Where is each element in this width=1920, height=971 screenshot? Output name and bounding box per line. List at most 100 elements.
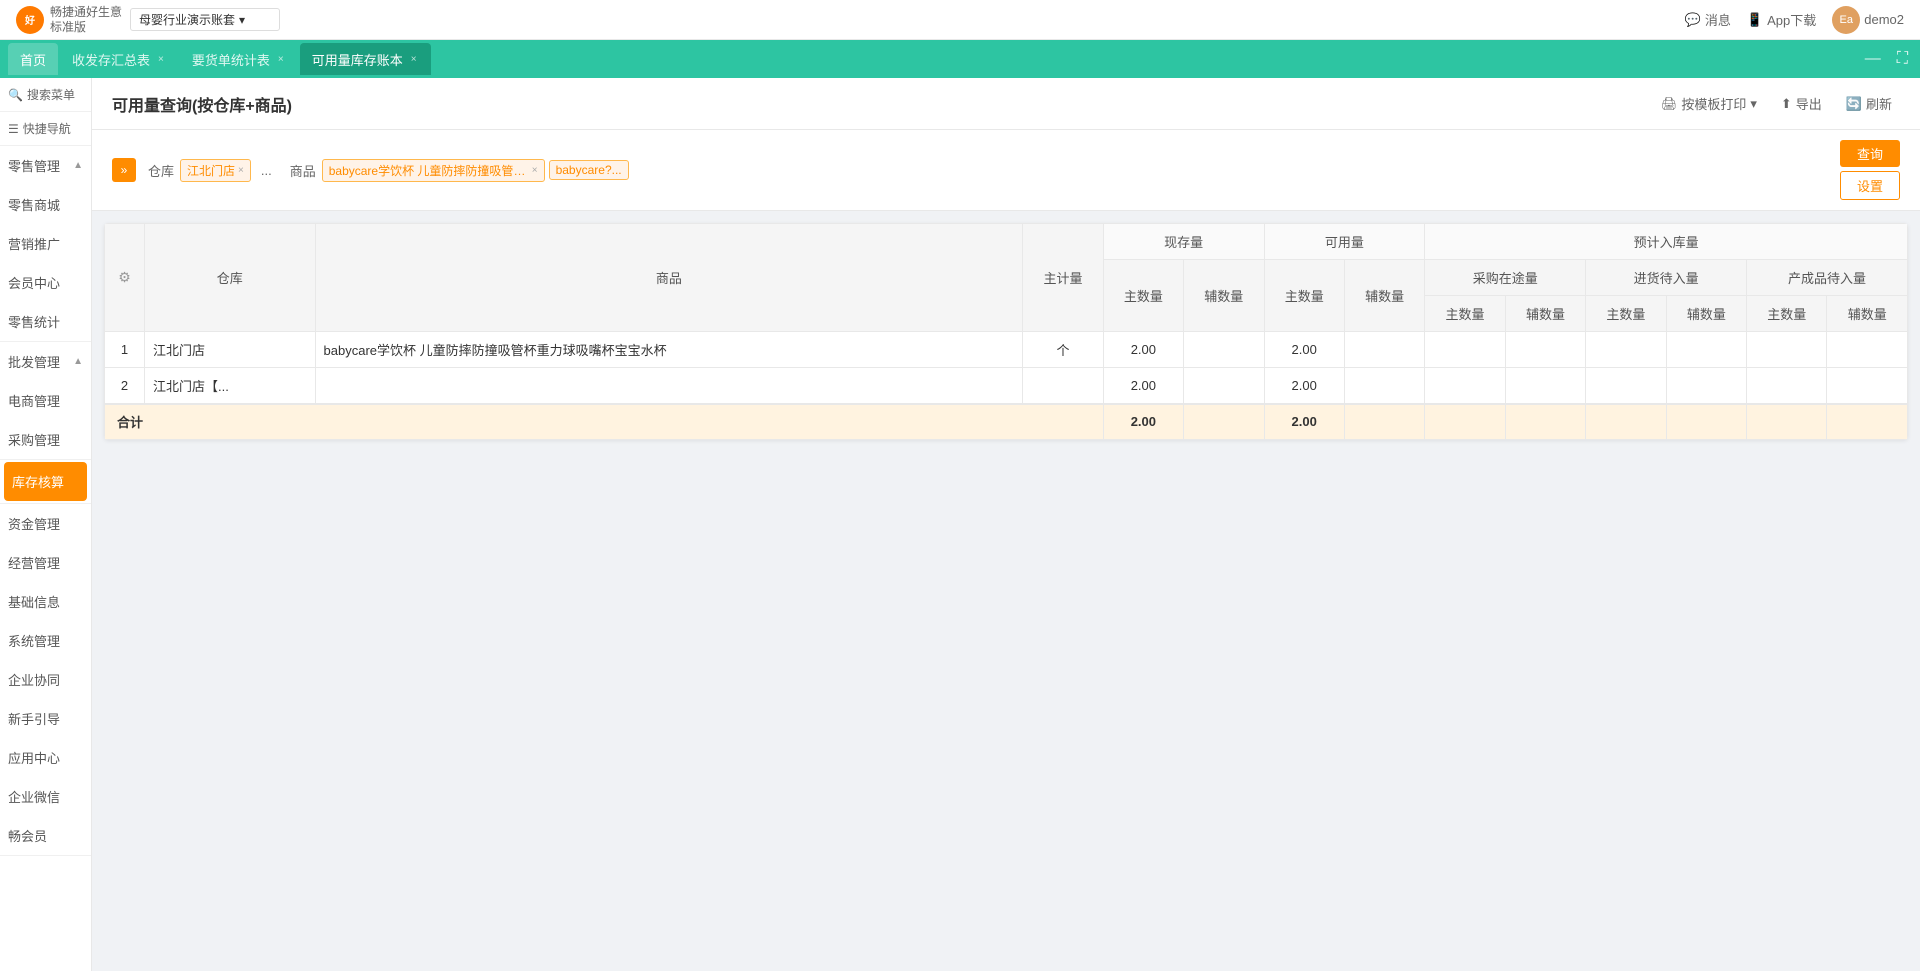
total-incoming-aux	[1666, 404, 1746, 440]
sidebar-section-retail: 零售管理 零售商城 营销推广 会员中心 零售统计	[0, 146, 91, 342]
tab-order-stats[interactable]: 要货单统计表 ×	[180, 43, 298, 75]
sidebar-item-ecommerce-mgmt[interactable]: 电商管理	[0, 381, 91, 420]
th-avail-main-qty: 主数量	[1264, 260, 1344, 332]
sidebar-item-marketing[interactable]: 营销推广	[0, 224, 91, 263]
sidebar-item-new-user-guide[interactable]: 新手引导	[0, 699, 91, 738]
refresh-icon: 🔄	[1846, 96, 1862, 112]
message-icon: 💬	[1685, 12, 1701, 28]
sidebar-section-inventory: 库存核算	[0, 460, 91, 504]
cell-no: 1	[105, 332, 145, 368]
sidebar-item-app-center[interactable]: 应用中心	[0, 738, 91, 777]
th-incoming-pending: 进货待入量	[1586, 260, 1747, 296]
settings-icon[interactable]: ⚙	[118, 269, 131, 285]
logo-icon: 好	[16, 6, 44, 34]
tab-close-order[interactable]: ×	[276, 52, 286, 67]
filter-bar: » 仓库 江北门店 × ... 商品 babycare学饮杯 儿童防摔防撞吸管杯…	[92, 130, 1920, 211]
search-icon: 🔍	[8, 88, 23, 102]
inventory-table: ⚙ 仓库 商品 主计量 现存量 可用量 预计入库量 主数量 辅数量 主数量 辅数…	[104, 223, 1908, 440]
th-incoming-aux: 辅数量	[1666, 296, 1746, 332]
tab-available-stock[interactable]: 可用量库存账本 ×	[300, 43, 431, 75]
cell-stock-main: 2.00	[1103, 332, 1183, 368]
top-bar: 好 畅捷通好生意 标准版 母婴行业演示账套 ▾ 💬 消息 📱 App下载 Ea …	[0, 0, 1920, 40]
cell-incoming-aux	[1666, 332, 1746, 368]
th-stock-main-qty: 主数量	[1103, 260, 1183, 332]
export-button[interactable]: ⬆ 导出	[1773, 90, 1830, 117]
template-print-button[interactable]: 🖨 按模板打印 ▾	[1653, 90, 1765, 117]
tab-home[interactable]: 首页	[8, 43, 58, 75]
sidebar-item-retail-mall[interactable]: 零售商城	[0, 185, 91, 224]
sidebar-item-finance-mgmt[interactable]: 资金管理	[0, 504, 91, 543]
product-filter-group: 商品 babycare学饮杯 儿童防摔防撞吸管杯重力球吸嘴杯宝宝水杯 × bab…	[290, 159, 629, 182]
product-tag-close-1[interactable]: ×	[532, 165, 538, 176]
maximize-button[interactable]: ⛶	[1893, 46, 1912, 72]
warehouse-more-btn[interactable]: ...	[255, 161, 278, 180]
user-profile[interactable]: Ea demo2	[1832, 6, 1904, 34]
product-tag-babycare[interactable]: babycare学饮杯 儿童防摔防撞吸管杯重力球吸嘴杯宝宝水杯 ×	[322, 159, 545, 182]
warehouse-tag-close[interactable]: ×	[238, 165, 244, 176]
th-prod-aux: 辅数量	[1827, 296, 1908, 332]
minimize-button[interactable]: —	[1861, 46, 1885, 72]
sidebar-item-operation-mgmt[interactable]: 经营管理	[0, 543, 91, 582]
sidebar-item-enterprise-collab[interactable]: 企业协同	[0, 660, 91, 699]
product-filter-tags: babycare学饮杯 儿童防摔防撞吸管杯重力球吸嘴杯宝宝水杯 × babyca…	[322, 159, 629, 182]
cell-prod-main	[1747, 368, 1827, 404]
message-button[interactable]: 💬 消息	[1685, 10, 1731, 29]
logo-area: 好 畅捷通好生意 标准版	[16, 5, 122, 34]
sidebar-item-basic-info[interactable]: 基础信息	[0, 582, 91, 621]
cell-product	[315, 368, 1023, 404]
th-incoming-main: 主数量	[1586, 296, 1666, 332]
warehouse-filter-label: 仓库	[148, 161, 174, 180]
cell-prod-aux	[1827, 332, 1908, 368]
sidebar-item-wholesale-mgmt[interactable]: 批发管理	[0, 342, 91, 381]
th-avail-aux-qty: 辅数量	[1344, 260, 1424, 332]
app-download-button[interactable]: 📱 App下载	[1747, 10, 1816, 29]
sidebar: 🔍 搜索菜单 ☰ 快捷导航 零售管理 零售商城 营销推广 会员中心 零售统计	[0, 78, 92, 971]
th-stock-aux-qty: 辅数量	[1184, 260, 1264, 332]
refresh-button[interactable]: 🔄 刷新	[1838, 90, 1900, 117]
chevron-down-icon-print: ▾	[1750, 96, 1757, 112]
industry-selector[interactable]: 母婴行业演示账套 ▾	[130, 8, 280, 31]
cell-avail-main: 2.00	[1264, 332, 1344, 368]
query-button[interactable]: 查询	[1840, 140, 1900, 167]
cell-avail-aux	[1344, 332, 1424, 368]
sidebar-section-wholesale: 批发管理 电商管理 采购管理	[0, 342, 91, 460]
sidebar-quick-nav[interactable]: ☰ 快捷导航	[0, 112, 91, 146]
tab-close-receipt[interactable]: ×	[156, 52, 166, 67]
sidebar-item-retail-stats[interactable]: 零售统计	[0, 302, 91, 341]
cell-no: 2	[105, 368, 145, 404]
th-product: 商品	[315, 224, 1023, 332]
tab-close-available[interactable]: ×	[409, 52, 419, 67]
th-production-pending: 产成品待入量	[1747, 260, 1908, 296]
setting-button[interactable]: 设置	[1840, 171, 1900, 200]
th-main-unit: 主计量	[1023, 224, 1103, 332]
th-prod-main: 主数量	[1747, 296, 1827, 332]
cell-warehouse: 江北门店	[145, 332, 316, 368]
cell-purchase-aux	[1505, 368, 1585, 404]
filter-toggle-button[interactable]: »	[112, 158, 136, 182]
sidebar-item-enterprise-wechat[interactable]: 企业微信	[0, 777, 91, 816]
table-area: ⚙ 仓库 商品 主计量 现存量 可用量 预计入库量 主数量 辅数量 主数量 辅数…	[92, 211, 1920, 971]
th-purchase-aux: 辅数量	[1505, 296, 1585, 332]
sidebar-item-member-center[interactable]: 会员中心	[0, 263, 91, 302]
total-avail-aux	[1344, 404, 1424, 440]
sidebar-search[interactable]: 🔍 搜索菜单	[0, 78, 91, 112]
sidebar-item-retail-mgmt[interactable]: 零售管理	[0, 146, 91, 185]
cell-avail-aux	[1344, 368, 1424, 404]
content-area: 可用量查询(按仓库+商品) 🖨 按模板打印 ▾ ⬆ 导出 🔄 刷新 »	[92, 78, 1920, 971]
sidebar-item-purchase-mgmt[interactable]: 采购管理	[0, 420, 91, 459]
total-label: 合计	[105, 404, 1104, 440]
sidebar-item-vip-member[interactable]: 畅会员	[0, 816, 91, 855]
table-body: 1 江北门店 babycare学饮杯 儿童防摔防撞吸管杯重力球吸嘴杯宝宝水杯 个…	[105, 332, 1908, 404]
cell-incoming-aux	[1666, 368, 1746, 404]
total-purchase-aux	[1505, 404, 1585, 440]
warehouse-tag-jiangbei[interactable]: 江北门店 ×	[180, 159, 251, 182]
sidebar-item-inventory-check[interactable]: 库存核算	[4, 462, 87, 501]
cell-stock-main: 2.00	[1103, 368, 1183, 404]
sidebar-item-system-mgmt[interactable]: 系统管理	[0, 621, 91, 660]
tab-receipt-summary[interactable]: 收发存汇总表 ×	[60, 43, 178, 75]
cell-product: babycare学饮杯 儿童防摔防撞吸管杯重力球吸嘴杯宝宝水杯	[315, 332, 1023, 368]
top-bar-left: 好 畅捷通好生意 标准版 母婴行业演示账套 ▾	[16, 5, 280, 34]
th-purchase-main: 主数量	[1425, 296, 1505, 332]
product-tag-babycare2[interactable]: babycare?...	[549, 160, 629, 180]
cell-avail-main: 2.00	[1264, 368, 1344, 404]
